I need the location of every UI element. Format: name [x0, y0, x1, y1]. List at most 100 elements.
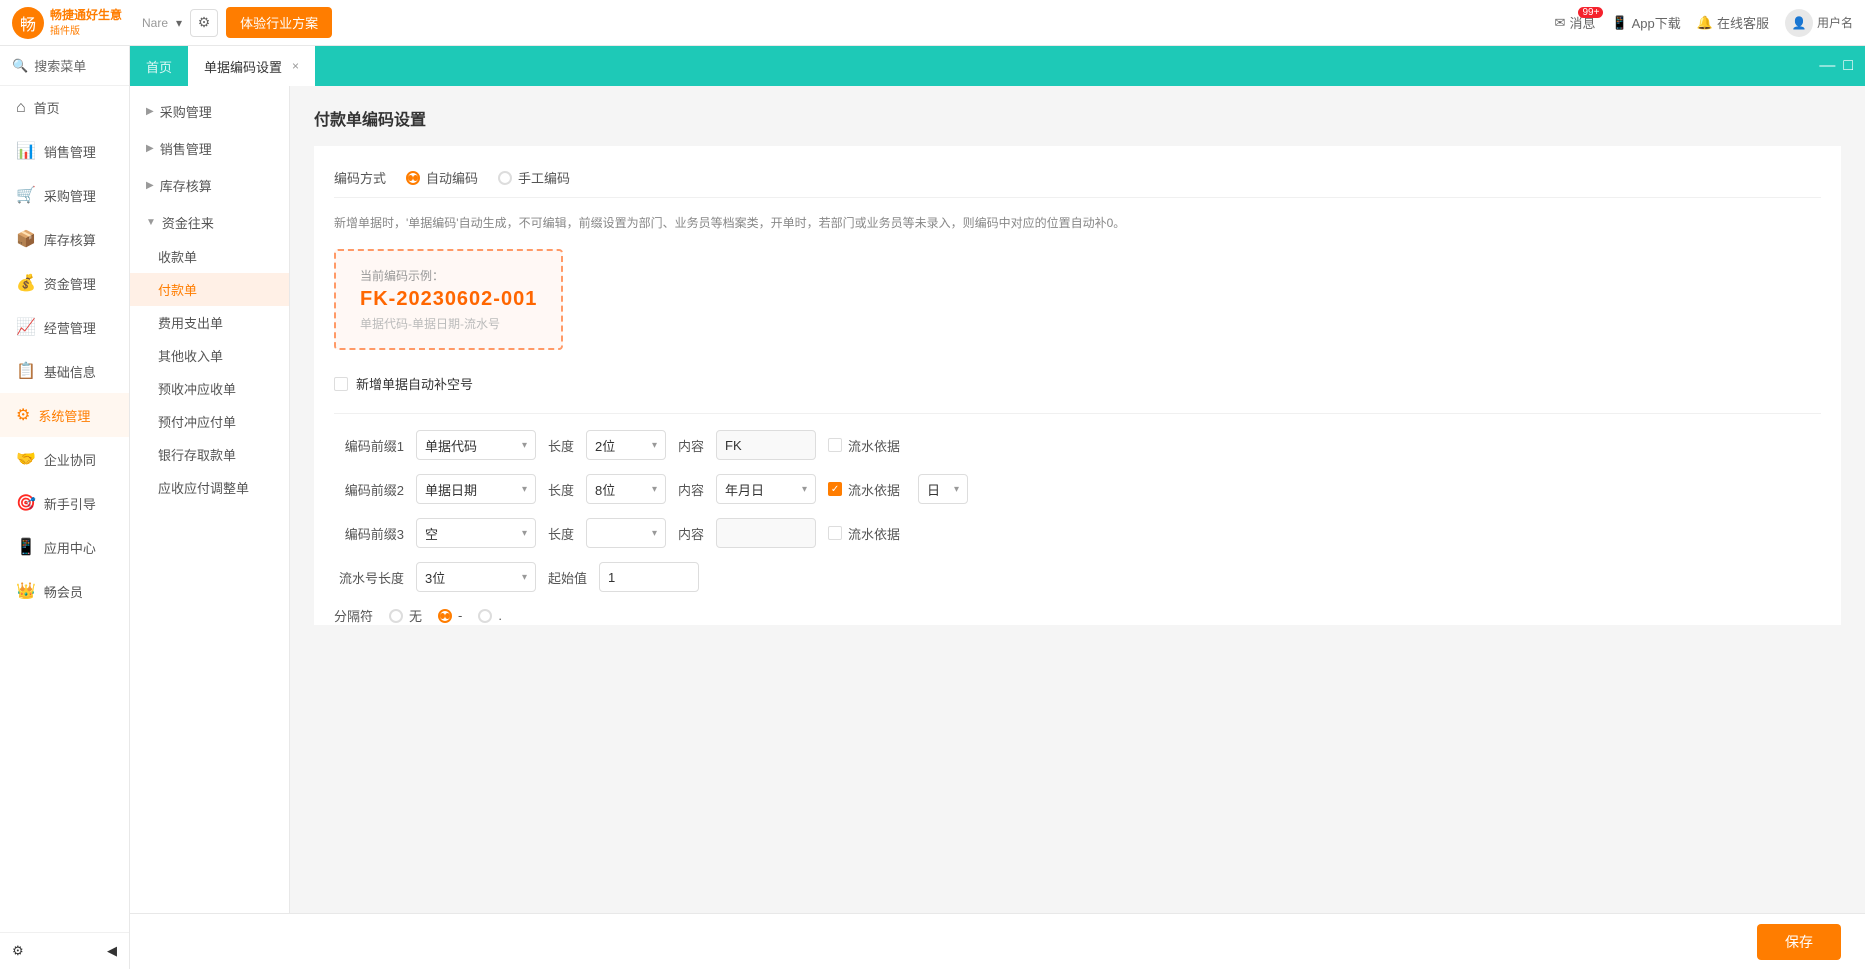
left-menu: ▶ 采购管理 ▶ 销售管理 ▶ 库存核算	[130, 86, 290, 913]
encoding-method-row: 编码方式 自动编码 手工编码	[334, 158, 1821, 198]
arrow-icon: ▶	[146, 143, 154, 154]
dropdown-arrow-icon: ▾	[176, 16, 182, 30]
save-button[interactable]: 保存	[1757, 924, 1841, 960]
sep-none-radio[interactable]	[389, 609, 403, 623]
sidebar-item-basic[interactable]: 📋 基础信息	[0, 349, 129, 393]
prefix2-label: 编码前缀2	[334, 480, 404, 499]
sep-dot-option[interactable]: .	[478, 608, 502, 623]
sidebar-item-home[interactable]: ⌂ 首页	[0, 86, 129, 129]
prefix2-select[interactable]: 单据日期 ▾	[416, 474, 536, 504]
sidebar-item-guide[interactable]: 🎯 新手引导	[0, 481, 129, 525]
sidebar-item-label: 新手引导	[44, 494, 96, 513]
tab-close-icon[interactable]: ×	[292, 59, 299, 73]
message-action[interactable]: ✉ 消息 99+	[1555, 13, 1596, 32]
user-action[interactable]: 👤 用户名	[1785, 9, 1853, 37]
menu-item-ar-ap-adjust[interactable]: 应收应付调整单	[130, 471, 289, 504]
maximize-icon[interactable]: □	[1843, 57, 1853, 75]
prefix2-content-arrow: ▾	[802, 484, 807, 495]
prefix2-day-select[interactable]: 日 ▾	[918, 474, 968, 504]
top-header: 畅 畅捷通好生意 插件版 Nare ▾ ⚙ 体验行业方案 ✉ 消息 99+ 📱 …	[0, 0, 1865, 46]
menu-item-prepay-receivable[interactable]: 预收冲应收单	[130, 372, 289, 405]
online-service-action[interactable]: 🔔 在线客服	[1697, 13, 1769, 32]
trial-button[interactable]: 体验行业方案	[226, 7, 332, 38]
prefix1-length-arrow: ▾	[652, 440, 657, 451]
sidebar-settings-icon[interactable]: ⚙	[12, 943, 24, 959]
auto-fill-checkbox[interactable]	[334, 377, 348, 391]
auto-encoding-radio[interactable]	[406, 171, 420, 185]
auto-encoding-option[interactable]: 自动编码	[406, 168, 478, 187]
prefix3-stream-checkbox[interactable]	[828, 526, 842, 540]
member-icon: 👑	[16, 581, 36, 601]
prefix2-length-input[interactable]: 8位 ▾	[586, 474, 666, 504]
sidebar-item-operations[interactable]: 📈 经营管理	[0, 305, 129, 349]
prefix3-select[interactable]: 空 ▾	[416, 518, 536, 548]
sidebar-item-label: 经营管理	[44, 318, 96, 337]
sidebar-item-member[interactable]: 👑 畅会员	[0, 569, 129, 613]
sep-dash-option[interactable]: -	[438, 608, 462, 623]
prefix2-stream-check[interactable]: ✓ 流水依据	[828, 480, 900, 499]
menu-group-purchase-header[interactable]: ▶ 采购管理	[130, 94, 289, 129]
tab-encoding-settings[interactable]: 单据编码设置 ×	[188, 46, 315, 86]
sidebar-item-apps[interactable]: 📱 应用中心	[0, 525, 129, 569]
menu-group-sales-header[interactable]: ▶ 销售管理	[130, 131, 289, 166]
logo: 畅 畅捷通好生意 插件版	[12, 7, 122, 39]
sidebar-item-inventory[interactable]: 📦 库存核算	[0, 217, 129, 261]
auto-fill-label: 新增单据自动补空号	[356, 374, 473, 393]
prefix1-label: 编码前缀1	[334, 436, 404, 455]
menu-item-receipt[interactable]: 收款单	[130, 240, 289, 273]
serial-select[interactable]: 3位 ▾	[416, 562, 536, 592]
menu-item-payment[interactable]: 付款单	[130, 273, 289, 306]
sidebar-item-label: 销售管理	[44, 142, 96, 161]
sales-icon: 📊	[16, 141, 36, 161]
prefix1-stream-check[interactable]: 流水依据	[828, 436, 900, 455]
prefix2-day-arrow: ▾	[954, 484, 959, 495]
code-preview-label: 当前编码示例：	[360, 267, 537, 284]
collab-icon: 🤝	[16, 449, 36, 469]
tab-home[interactable]: 首页	[130, 46, 188, 86]
manual-encoding-option[interactable]: 手工编码	[498, 168, 570, 187]
start-value-input[interactable]: 1	[599, 562, 699, 592]
settings-icon[interactable]: ⚙	[190, 9, 218, 37]
encoding-method-label: 编码方式	[334, 168, 386, 187]
prefix1-content-label: 内容	[678, 436, 704, 455]
menu-item-other-income[interactable]: 其他收入单	[130, 339, 289, 372]
sep-dot-radio[interactable]	[478, 609, 492, 623]
code-preview-value: FK-20230602-001	[360, 288, 537, 311]
sidebar-item-label: 基础信息	[44, 362, 96, 381]
menu-group-purchase: ▶ 采购管理	[130, 94, 289, 129]
app-download-action[interactable]: 📱 App下载	[1611, 13, 1680, 32]
message-badge: 99+	[1578, 7, 1603, 18]
page-footer: 保存	[130, 913, 1865, 969]
prefix2-stream-checkbox[interactable]: ✓	[828, 482, 842, 496]
prefix3-length-input[interactable]: ▾	[586, 518, 666, 548]
menu-group-capital-header[interactable]: ▼ 资金往来	[130, 205, 289, 240]
sidebar-item-system[interactable]: ⚙ 系统管理	[0, 393, 129, 437]
sep-none-option[interactable]: 无	[389, 606, 422, 625]
sidebar-item-purchase[interactable]: 🛒 采购管理	[0, 173, 129, 217]
page-content: 付款单编码设置 编码方式 自动编码 手工编码	[290, 86, 1865, 913]
start-value: 1	[608, 570, 615, 585]
sep-dot-label: .	[498, 608, 502, 623]
prefix3-row: 编码前缀3 空 ▾ 长度 ▾ 内容	[334, 518, 1821, 548]
menu-item-expense[interactable]: 费用支出单	[130, 306, 289, 339]
minimize-icon[interactable]: —	[1819, 57, 1835, 75]
prefix3-select-value: 空	[425, 524, 438, 543]
sidebar-collapse-icon[interactable]: ◀	[107, 943, 117, 959]
prefix3-stream-check[interactable]: 流水依据	[828, 524, 900, 543]
sidebar-search[interactable]: 🔍 搜索菜单	[0, 46, 129, 86]
sidebar-item-finance[interactable]: 💰 资金管理	[0, 261, 129, 305]
prefix1-stream-checkbox[interactable]	[828, 438, 842, 452]
manual-encoding-radio[interactable]	[498, 171, 512, 185]
encoding-section: 编码方式 自动编码 手工编码 新增单据时，'单据编码'自动生成，不可编辑	[314, 146, 1841, 625]
prefix1-select[interactable]: 单据代码 ▾	[416, 430, 536, 460]
prefix1-length-input[interactable]: 2位 ▾	[586, 430, 666, 460]
company-dropdown[interactable]: ▾	[176, 16, 182, 30]
sidebar-item-sales[interactable]: 📊 销售管理	[0, 129, 129, 173]
menu-group-inventory-header[interactable]: ▶ 库存核算	[130, 168, 289, 203]
menu-item-prepay-payable[interactable]: 预付冲应付单	[130, 405, 289, 438]
sidebar-item-collab[interactable]: 🤝 企业协同	[0, 437, 129, 481]
search-label: 搜索菜单	[34, 56, 86, 75]
sep-dash-radio[interactable]	[438, 609, 452, 623]
menu-item-bank-deposit[interactable]: 银行存取款单	[130, 438, 289, 471]
prefix2-content-select[interactable]: 年月日 ▾	[716, 474, 816, 504]
